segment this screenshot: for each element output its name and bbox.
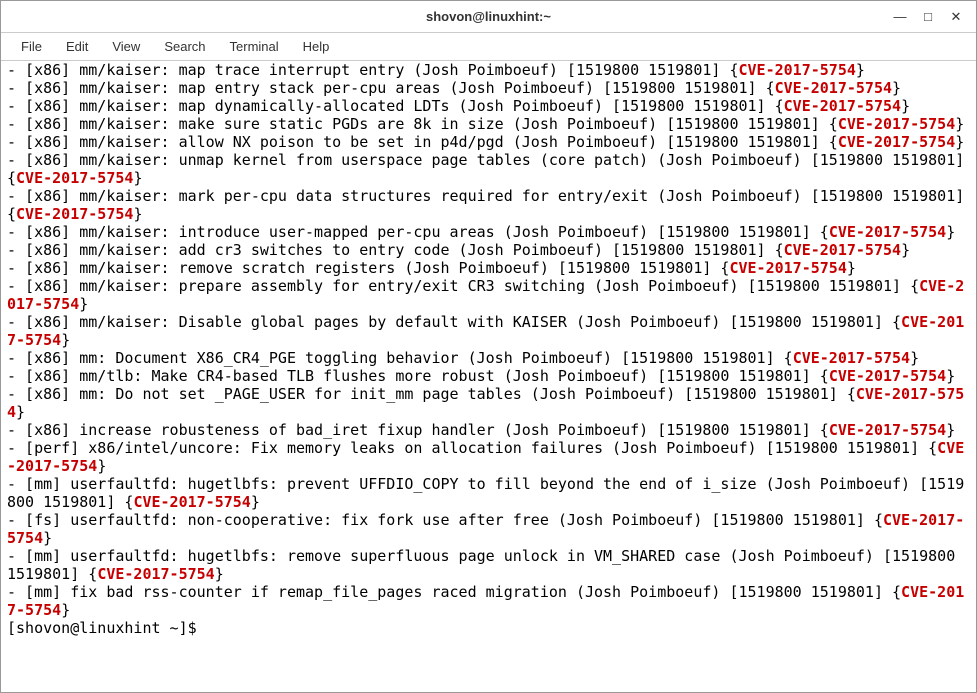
cve-id: CVE-2017-5754 bbox=[775, 79, 892, 97]
menu-view[interactable]: View bbox=[100, 35, 152, 58]
menu-edit[interactable]: Edit bbox=[54, 35, 100, 58]
shell-prompt[interactable]: [shovon@linuxhint ~]$ bbox=[7, 619, 206, 637]
output-line: - [x86] mm/kaiser: Disable global pages … bbox=[7, 313, 964, 349]
output-line: - [mm] fix bad rss-counter if remap_file… bbox=[7, 583, 964, 619]
output-line: - [x86] mm/kaiser: allow NX poison to be… bbox=[7, 133, 964, 151]
output-line: - [x86] mm/tlb: Make CR4-based TLB flush… bbox=[7, 367, 955, 385]
output-line: - [x86] mm/kaiser: remove scratch regist… bbox=[7, 259, 856, 277]
output-line: - [fs] userfaultfd: non-cooperative: fix… bbox=[7, 511, 964, 547]
cve-id: CVE-2017-5754 bbox=[829, 367, 946, 385]
output-line: - [x86] mm: Do not set _PAGE_USER for in… bbox=[7, 385, 964, 421]
cve-id: CVE-2017-5754 bbox=[729, 259, 846, 277]
cve-id: CVE-2017-5754 bbox=[16, 205, 133, 223]
output-line: - [mm] userfaultfd: hugetlbfs: remove su… bbox=[7, 547, 964, 583]
maximize-button[interactable]: □ bbox=[914, 5, 942, 29]
cve-id: CVE-2017-5754 bbox=[97, 565, 214, 583]
cve-id: CVE-2017-5754 bbox=[838, 115, 955, 133]
output-line: - [x86] mm/kaiser: add cr3 switches to e… bbox=[7, 241, 910, 259]
cve-id: CVE-2017-5754 bbox=[784, 97, 901, 115]
cursor bbox=[206, 622, 214, 637]
cve-id: CVE-2017-5754 bbox=[829, 223, 946, 241]
cve-id: CVE-2017-5754 bbox=[7, 313, 964, 349]
output-line: - [x86] mm/kaiser: map entry stack per-c… bbox=[7, 79, 901, 97]
output-line: - [mm] userfaultfd: hugetlbfs: prevent U… bbox=[7, 475, 964, 511]
output-line: - [x86] mm/kaiser: introduce user-mapped… bbox=[7, 223, 955, 241]
cve-id: CVE-2017-5754 bbox=[133, 493, 250, 511]
output-line: - [x86] mm/kaiser: map trace interrupt e… bbox=[7, 61, 865, 79]
cve-id: CVE-2017-5754 bbox=[7, 385, 964, 421]
output-line: - [x86] mm/kaiser: mark per-cpu data str… bbox=[7, 187, 973, 223]
cve-id: CVE-2017-5754 bbox=[16, 169, 133, 187]
cve-id: CVE-2017-5754 bbox=[784, 241, 901, 259]
menu-terminal[interactable]: Terminal bbox=[218, 35, 291, 58]
minimize-button[interactable]: — bbox=[886, 5, 914, 29]
output-line: - [x86] mm/kaiser: prepare assembly for … bbox=[7, 277, 964, 313]
menu-search[interactable]: Search bbox=[152, 35, 217, 58]
cve-id: CVE-2017-5754 bbox=[7, 583, 964, 619]
window-title: shovon@linuxhint:~ bbox=[426, 9, 551, 24]
cve-id: CVE-2017-5754 bbox=[7, 277, 964, 313]
cve-id: CVE-2017-5754 bbox=[838, 133, 955, 151]
titlebar: shovon@linuxhint:~ — □ ✕ bbox=[1, 1, 976, 33]
cve-id: CVE-2017-5754 bbox=[793, 349, 910, 367]
cve-id: CVE-2017-5754 bbox=[7, 511, 964, 547]
cve-id: CVE-2017-5754 bbox=[739, 61, 856, 79]
cve-id: CVE-2017-5754 bbox=[7, 439, 964, 475]
output-line: - [x86] mm/kaiser: make sure static PGDs… bbox=[7, 115, 964, 133]
close-button[interactable]: ✕ bbox=[942, 5, 970, 29]
menubar: File Edit View Search Terminal Help bbox=[1, 33, 976, 61]
terminal-output[interactable]: - [x86] mm/kaiser: map trace interrupt e… bbox=[1, 61, 976, 692]
output-line: - [x86] increase robusteness of bad_iret… bbox=[7, 421, 955, 439]
output-line: - [x86] mm: Document X86_CR4_PGE togglin… bbox=[7, 349, 919, 367]
window-controls: — □ ✕ bbox=[886, 5, 970, 29]
menu-file[interactable]: File bbox=[9, 35, 54, 58]
output-line: - [perf] x86/intel/uncore: Fix memory le… bbox=[7, 439, 964, 475]
output-line: - [x86] mm/kaiser: unmap kernel from use… bbox=[7, 151, 973, 187]
menu-help[interactable]: Help bbox=[291, 35, 342, 58]
output-line: - [x86] mm/kaiser: map dynamically-alloc… bbox=[7, 97, 910, 115]
cve-id: CVE-2017-5754 bbox=[829, 421, 946, 439]
